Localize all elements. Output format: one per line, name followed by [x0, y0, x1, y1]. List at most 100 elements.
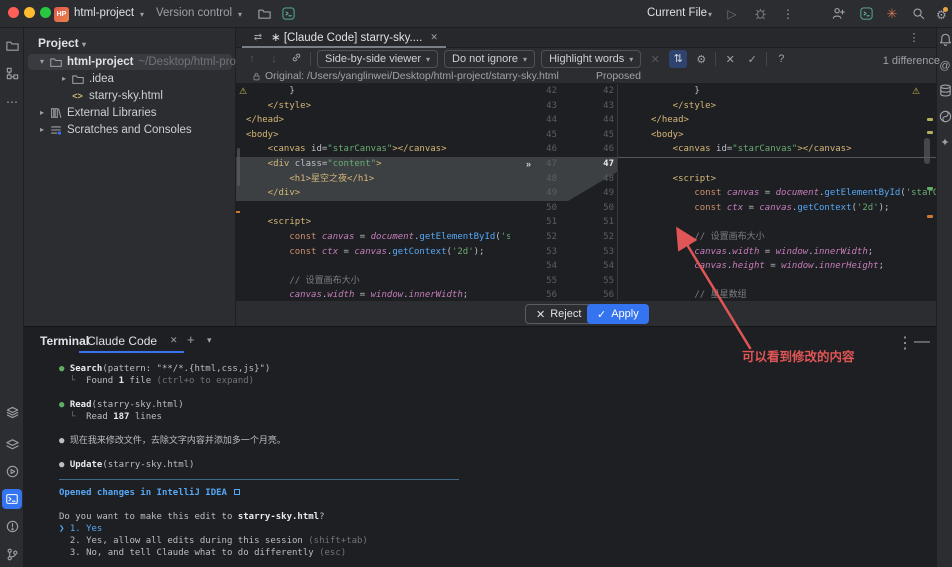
code-line-47: [618, 156, 936, 172]
apply-button[interactable]: ✓ Apply: [587, 304, 649, 324]
proposed-code-pane[interactable]: } </style> </head> <body> <canvas id="star…: [617, 84, 936, 300]
terminal-panel-title[interactable]: Terminal: [40, 334, 89, 348]
terminal-output[interactable]: ● Search(pattern: "**/*.{html,css,js}") …: [59, 363, 919, 559]
structure-tool-icon[interactable]: [4, 66, 20, 82]
gutter-row: 44 44: [510, 113, 617, 128]
plugin-starburst-icon[interactable]: ✳: [884, 6, 900, 22]
diff-gutter: 42 42 43 43 44 44 45 45 46 46» 47 47 48 48 49 49 50 50 51 5…: [510, 84, 617, 300]
terminal-line: ● Read(starry-sky.html): [59, 400, 184, 410]
scratch-icon: [48, 123, 63, 138]
stripe-warning-mark[interactable]: [927, 131, 933, 134]
minimize-panel-icon[interactable]: —: [914, 333, 930, 351]
database-tool-icon[interactable]: [937, 83, 952, 99]
terminal-options-icon[interactable]: ⋮: [897, 333, 913, 353]
right-pane-scrollbar[interactable]: [924, 138, 930, 164]
terminal-tool-icon[interactable]: [2, 489, 22, 509]
notifications-bell-icon[interactable]: [937, 32, 952, 48]
tree-item-html-project[interactable]: ▾ html-project ~/Desktop/html-project: [28, 54, 254, 70]
line-number-original: 50: [546, 202, 557, 213]
original-code-pane[interactable]: } </style> </head> <body> <canvas id="star…: [236, 84, 510, 300]
line-number-original: 46: [546, 144, 557, 155]
highlight-mode-select[interactable]: Highlight words ▾: [541, 50, 642, 68]
collapse-unchanged-icon[interactable]: ✕: [647, 53, 663, 66]
code-line-51: <script>: [246, 217, 312, 228]
tab-options-icon[interactable]: ⋮: [906, 31, 922, 44]
line-number-original: 44: [546, 115, 557, 126]
stripe-change-mark[interactable]: [927, 215, 933, 218]
claude-code-icon[interactable]: [280, 6, 296, 22]
stripe-ok-mark[interactable]: [927, 187, 933, 190]
terminal-line: ❯ 1. Yes: [59, 524, 103, 534]
tab-claude-code-diff[interactable]: ⇄ ∗ [Claude Code] starry-sky.... ✕: [242, 28, 446, 48]
diff-editor[interactable]: } </style> </head> <body> <canvas id="star…: [236, 84, 936, 300]
next-difference-icon[interactable]: ↓: [266, 53, 282, 65]
line-number-original: 49: [546, 188, 557, 199]
help-icon[interactable]: ?: [773, 53, 789, 65]
left-pane-scrollbar[interactable]: [237, 148, 240, 186]
reject-button[interactable]: ✕ Reject: [525, 304, 593, 324]
close-terminal-tab-icon[interactable]: ✕: [170, 335, 178, 346]
open-folder-icon[interactable]: [256, 6, 272, 22]
chevron-right-icon[interactable]: ▸: [36, 105, 48, 121]
open-external-icon: [234, 489, 241, 495]
chevron-down-icon[interactable]: ▾: [36, 54, 48, 70]
services-tool-icon[interactable]: [4, 437, 20, 453]
diff-settings-gear-icon[interactable]: ⚙: [693, 53, 709, 66]
chevron-right-icon[interactable]: ▸: [36, 122, 48, 138]
run-tool-icon[interactable]: [4, 464, 20, 480]
terminal-tab-claude-code[interactable]: Claude Code: [87, 334, 157, 348]
accept-all-icon[interactable]: ✓: [744, 53, 760, 66]
minimize-window-button[interactable]: [24, 7, 35, 18]
debug-icon[interactable]: [752, 6, 768, 22]
terminal-line: Do you want to make this edit to starry-…: [59, 512, 325, 522]
more-icon[interactable]: ⋮: [780, 6, 796, 22]
run-button[interactable]: ▷: [724, 6, 740, 22]
tree-item-starry-sky-html[interactable]: <> starry-sky.html: [28, 88, 232, 104]
ai-assistant-sparkle-icon[interactable]: ✦: [937, 135, 952, 151]
terminal-tab-chevron-icon[interactable]: ▾: [207, 335, 212, 346]
swirl-plugin-icon[interactable]: [937, 109, 952, 125]
close-window-button[interactable]: [8, 7, 19, 18]
project-panel-title[interactable]: Project ▾: [38, 36, 86, 50]
stripe-warning-mark[interactable]: [927, 118, 933, 121]
folder-icon: [48, 55, 63, 70]
new-terminal-tab-icon[interactable]: +: [187, 332, 195, 347]
viewer-mode-select[interactable]: Side-by-side viewer ▾: [317, 50, 438, 68]
git-branch-tool-icon[interactable]: [4, 547, 20, 563]
search-icon[interactable]: [910, 6, 926, 22]
chevron-right-icon[interactable]: ▸: [58, 71, 70, 87]
zoom-window-button[interactable]: [40, 7, 51, 18]
diff-file-header: Original: /Users/yanglinwei/Desktop/html…: [236, 70, 936, 84]
tree-item-scratches-and-consoles[interactable]: ▸ Scratches and Consoles: [28, 122, 232, 138]
whitespace-select[interactable]: Do not ignore ▾: [444, 50, 536, 68]
build-tool-icon[interactable]: [4, 405, 20, 421]
code-line-44: </head>: [246, 115, 284, 126]
claude-code-icon[interactable]: [858, 6, 874, 22]
project-tool-icon[interactable]: [4, 38, 20, 54]
tree-item--idea[interactable]: ▸ .idea: [28, 71, 232, 87]
code-line-50: const ctx = canvas.getContext('2d');: [651, 202, 890, 213]
more-tools-icon[interactable]: ⋯: [4, 94, 20, 110]
difference-count: 1 difference: [882, 55, 940, 67]
sync-scroll-toggle[interactable]: ⇅: [669, 50, 688, 68]
jump-to-source-icon[interactable]: [288, 51, 304, 67]
project-menu[interactable]: html-project: [74, 7, 134, 19]
chevron-down-icon: ▾: [708, 10, 713, 19]
ide-window: HP html-project ▾ Version control ▾ Curr…: [0, 0, 952, 567]
reject-all-icon[interactable]: ✕: [722, 53, 738, 66]
close-tab-icon[interactable]: ✕: [430, 32, 438, 43]
tree-item-external-libraries[interactable]: ▸ External Libraries: [28, 105, 232, 121]
line-number-proposed: 52: [603, 231, 614, 242]
settings-gear-icon[interactable]: ⚙: [936, 7, 948, 22]
prev-difference-icon[interactable]: ↑: [244, 53, 260, 65]
vcs-menu[interactable]: Version control: [156, 7, 232, 19]
line-number-original: 45: [546, 129, 557, 140]
problems-tool-icon[interactable]: [4, 519, 20, 535]
gutter-row: 46 46: [510, 142, 617, 157]
gutter-row: 51 51: [510, 215, 617, 230]
run-config-select[interactable]: Current File: [647, 7, 707, 19]
add-user-icon[interactable]: [830, 6, 846, 22]
